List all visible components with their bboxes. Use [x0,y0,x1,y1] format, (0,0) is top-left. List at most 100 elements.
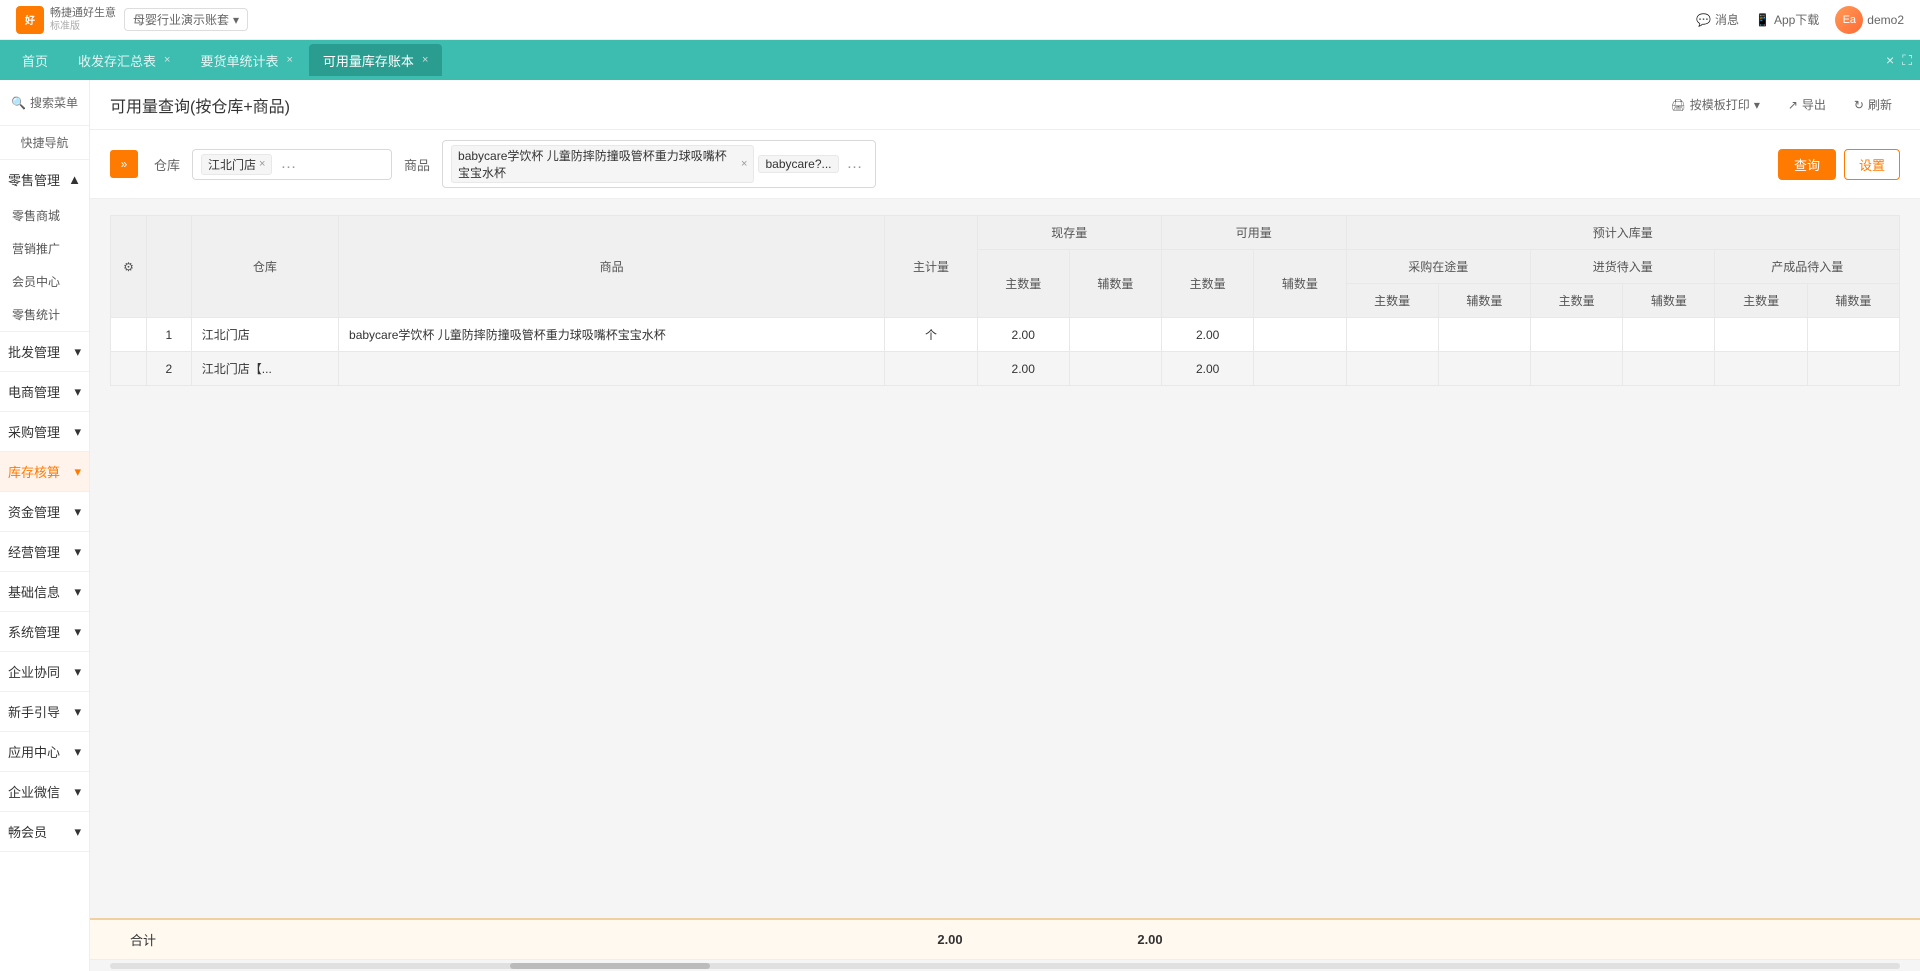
chevron-down-icon: ▾ [74,424,81,440]
row2-production-aux [1807,352,1899,386]
tab-home[interactable]: 首页 [8,44,62,76]
sidebar-group-ecommerce: 电商管理 ▾ [0,372,89,412]
row2-unit [885,352,977,386]
row1-production-main [1715,318,1807,352]
chevron-down-icon: ▾ [74,504,81,520]
print-icon: 🖨 [1671,98,1686,112]
refresh-btn[interactable]: ↻ 刷新 [1846,92,1900,117]
tab-order-stats[interactable]: 要货单统计表 × [186,44,306,76]
footer-label: 合计 [110,930,310,949]
message-icon: 💬 [1696,13,1711,27]
export-icon: ↗ [1788,98,1798,112]
product-tag-close-1[interactable]: × [741,158,747,170]
tab-close-collect[interactable]: × [164,54,170,66]
double-right-icon: » [121,157,128,171]
col-purchase-aux: 辅数量 [1438,284,1530,318]
fullscreen-btn[interactable]: ⛶ [1902,52,1912,69]
industry-selector[interactable]: 母婴行业演示账套 ▾ [124,8,248,31]
sidebar-group-member-header[interactable]: 畅会员 ▾ [0,812,89,851]
sidebar-group-finance-header[interactable]: 资金管理 ▾ [0,492,89,531]
sidebar-group-guide-header[interactable]: 新手引导 ▾ [0,692,89,731]
sidebar-item-members[interactable]: 会员中心 [0,265,89,298]
product-filter-label: 商品 [404,155,430,174]
col-production-group: 产成品待入量 [1715,250,1900,284]
sidebar-group-enterprise-header[interactable]: 企业协同 ▾ [0,652,89,691]
export-btn[interactable]: ↗ 导出 [1780,92,1834,117]
col-available-main: 主数量 [1162,250,1254,318]
sidebar-group-inventory: 库存核算 ▾ [0,452,89,492]
sidebar-group-purchase-header[interactable]: 采购管理 ▾ [0,412,89,451]
row2-stock-aux [1069,352,1161,386]
page-title: 可用量查询(按仓库+商品) [110,93,290,117]
row2-available-aux [1254,352,1346,386]
filter-area: » 仓库 江北门店 × … 商品 babycare学饮杯 儿童防摔防撞吸管杯重力… [90,130,1920,199]
logo-area: 好 畅捷通好生意 标准版 [16,6,116,34]
row1-stock-main: 2.00 [977,318,1069,352]
chevron-down-icon: ▾ [74,464,81,480]
col-stock-main: 主数量 [977,250,1069,318]
sidebar-item-retail-mall[interactable]: 零售商城 [0,199,89,232]
footer-stock-main: 2.00 [900,932,1000,947]
table-row: 2 江北门店【... 2.00 2.00 [111,352,1900,386]
filter-toggle-btn[interactable]: » [110,150,138,178]
product-more-btn[interactable]: … [843,155,867,173]
query-btn[interactable]: 查询 [1778,149,1836,180]
settings-icon[interactable]: ⚙ [123,260,134,274]
horizontal-scrollbar[interactable] [90,959,1920,971]
sidebar-group-system: 系统管理 ▾ [0,612,89,652]
product-filter-input[interactable]: babycare学饮杯 儿童防摔防撞吸管杯重力球吸嘴杯宝宝水杯 × babyca… [442,140,875,188]
data-table: ⚙ 仓库 商品 主计量 现存量 可用量 预计入库量 主数量 辅数量 主数量 [110,215,1900,386]
sidebar-group-inventory-header[interactable]: 库存核算 ▾ [0,452,89,491]
template-print-btn[interactable]: 🖨 按模板打印 ▾ [1663,92,1768,117]
warehouse-filter-input[interactable]: 江北门店 × … [192,149,392,180]
tab-available-stock[interactable]: 可用量库存账本 × [309,44,442,76]
sidebar-group-system-header[interactable]: 系统管理 ▾ [0,612,89,651]
tab-close-order-stats[interactable]: × [286,54,292,66]
chevron-down-icon: ▾ [74,664,81,680]
sidebar-group-guide: 新手引导 ▾ [0,692,89,732]
chevron-down-icon: ▾ [74,344,81,360]
col-forecast-group: 预计入库量 [1346,216,1899,250]
row2-available-main: 2.00 [1162,352,1254,386]
tab-collect[interactable]: 收发存汇总表 × [64,44,184,76]
tab-close-available-stock[interactable]: × [422,54,428,66]
sidebar-item-marketing[interactable]: 营销推广 [0,232,89,265]
sidebar-group-ecommerce-header[interactable]: 电商管理 ▾ [0,372,89,411]
chevron-down-icon: ▾ [74,704,81,720]
row1-purchase-aux [1438,318,1530,352]
row1-available-aux [1254,318,1346,352]
sidebar-item-retail-stats[interactable]: 零售统计 [0,298,89,331]
row2-seq: 2 [147,352,192,386]
search-menu-btn[interactable]: 🔍 搜索菜单 [8,90,81,115]
main-layout: 🔍 搜索菜单 快捷导航 零售管理 ▲ 零售商城 营销推广 会员中心 零售统计 [0,80,1920,971]
download-icon: 📱 [1755,13,1770,27]
sidebar-group-basic-header[interactable]: 基础信息 ▾ [0,572,89,611]
sidebar-group-operations: 经营管理 ▾ [0,532,89,572]
row1-available-main: 2.00 [1162,318,1254,352]
warehouse-tag-1: 江北门店 × [201,154,272,175]
settings-btn[interactable]: 设置 [1844,149,1900,180]
sidebar-group-operations-header[interactable]: 经营管理 ▾ [0,532,89,571]
col-inbound-aux: 辅数量 [1623,284,1715,318]
warehouse-tag-close-1[interactable]: × [259,158,265,170]
sidebar-item-quick-nav[interactable]: 快捷导航 [0,126,89,160]
scroll-thumb[interactable] [510,963,710,969]
warehouse-more-btn[interactable]: … [276,155,300,173]
sidebar-group-retail-header[interactable]: 零售管理 ▲ [0,160,89,199]
page-header: 可用量查询(按仓库+商品) 🖨 按模板打印 ▾ ↗ 导出 ↻ 刷新 [90,80,1920,130]
top-bar-right: 💬 消息 📱 App下载 Ea demo2 [1696,6,1904,34]
sidebar-group-wholesale-header[interactable]: 批发管理 ▾ [0,332,89,371]
message-btn[interactable]: 💬 消息 [1696,11,1739,28]
product-tag-2: babycare?... [758,155,838,173]
sidebar-group-appstore-header[interactable]: 应用中心 ▾ [0,732,89,771]
user-profile-btn[interactable]: Ea demo2 [1835,6,1904,34]
row1-setting [111,318,147,352]
row2-production-main [1715,352,1807,386]
sidebar: 🔍 搜索菜单 快捷导航 零售管理 ▲ 零售商城 营销推广 会员中心 零售统计 [0,80,90,971]
sidebar-group-wechat-header[interactable]: 企业微信 ▾ [0,772,89,811]
row1-product: babycare学饮杯 儿童防摔防撞吸管杯重力球吸嘴杯宝宝水杯 [339,318,885,352]
row2-product [339,352,885,386]
close-all-tabs-btn[interactable]: × [1886,52,1894,68]
filter-actions: 查询 设置 [1778,149,1900,180]
app-download-btn[interactable]: 📱 App下载 [1755,11,1819,28]
